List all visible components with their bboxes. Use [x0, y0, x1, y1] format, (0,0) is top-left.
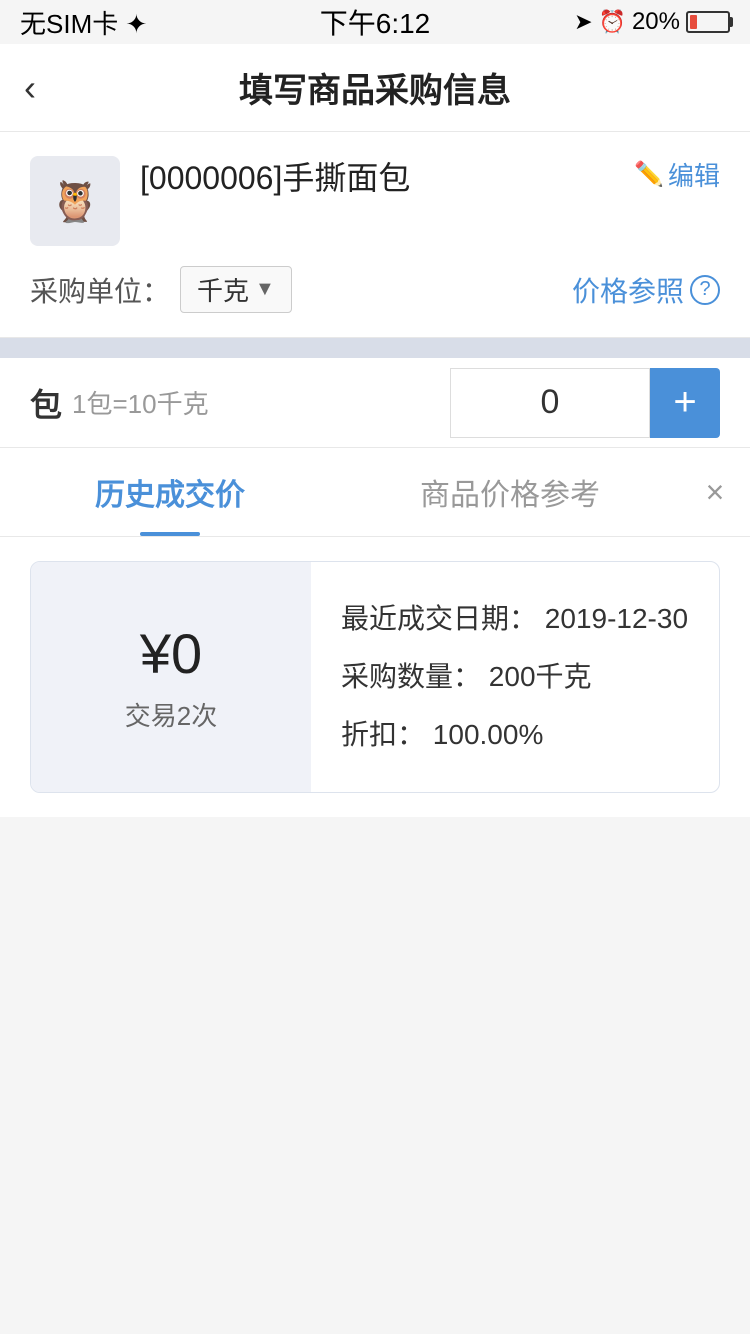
history-details: 最近成交日期： 2019-12-30 采购数量： 200千克 折扣： 100.0… [311, 562, 719, 792]
page-title: 填写商品采购信息 [239, 63, 511, 112]
back-button[interactable]: ‹ [24, 67, 36, 109]
alarm-icon: ⏰ [599, 9, 626, 35]
history-card: ¥0 交易2次 最近成交日期： 2019-12-30 采购数量： 200千克 折… [30, 561, 720, 793]
product-info: 🦉 [0000006]手撕面包 [30, 156, 614, 246]
product-logo-icon: 🦉 [50, 178, 100, 225]
status-carrier: 无SIM卡 ✦ [20, 4, 147, 41]
panel-close-button[interactable]: × [680, 448, 750, 536]
history-price: ¥0 [140, 621, 202, 686]
history-summary: ¥0 交易2次 [31, 562, 311, 792]
help-icon: ? [690, 275, 720, 305]
status-bar: 无SIM卡 ✦ 下午6:12 ➤ ⏰ 20% [0, 0, 750, 44]
carrier-text: 无SIM卡 ✦ [20, 4, 147, 41]
product-name: [0000006]手撕面包 [140, 156, 614, 201]
date-label: 最近成交日期： [341, 603, 537, 634]
quantity-plus-button[interactable]: + [650, 368, 720, 438]
unit-label: 采购单位： [30, 270, 170, 310]
quantity-detail-value: 200千克 [489, 661, 592, 692]
nav-bar: ‹ 填写商品采购信息 [0, 44, 750, 132]
unit-badge: 包 [30, 380, 62, 426]
product-thumbnail: 🦉 [30, 156, 120, 246]
product-unit-row: 采购单位： 千克 ▼ 价格参照 ? [30, 266, 720, 313]
tab-product-price-ref[interactable]: 商品价格参考 [340, 448, 680, 536]
status-time: 下午6:12 [320, 2, 431, 42]
quantity-input[interactable]: 0 [450, 368, 650, 438]
unit-select-dropdown[interactable]: 千克 ▼ [180, 266, 292, 313]
history-date-row: 最近成交日期： 2019-12-30 [341, 598, 689, 640]
location-icon: ➤ [574, 9, 592, 35]
dropdown-arrow-icon: ▼ [255, 278, 275, 301]
close-icon: × [706, 474, 725, 511]
product-card: 🦉 [0000006]手撕面包 ✏️ 编辑 采购单位： 千克 ▼ 价格参照 ? [0, 132, 750, 338]
edit-label: 编辑 [668, 156, 720, 193]
quantity-unit-info: 包 1包=10千克 [30, 380, 209, 426]
status-right: ➤ ⏰ 20% [574, 8, 730, 36]
battery-indicator [686, 11, 730, 33]
battery-percent: 20% [632, 8, 680, 36]
history-trades: 交易2次 [125, 696, 217, 733]
unit-value: 千克 [197, 271, 249, 308]
price-ref-label: 价格参照 [572, 270, 684, 310]
quantity-value: 0 [541, 383, 560, 422]
quantity-row: 包 1包=10千克 0 + [0, 358, 750, 448]
price-reference-button[interactable]: 价格参照 ? [572, 270, 720, 310]
bottom-panel: 历史成交价 商品价格参考 × ¥0 交易2次 最近成交日期： 2019-12-3… [0, 448, 750, 817]
product-header: 🦉 [0000006]手撕面包 ✏️ 编辑 [30, 156, 720, 246]
tab-bar: 历史成交价 商品价格参考 × [0, 448, 750, 537]
plus-icon: + [673, 380, 696, 425]
edit-icon: ✏️ [634, 160, 664, 189]
quantity-label: 采购数量： [341, 661, 481, 692]
date-value: 2019-12-30 [545, 603, 688, 634]
history-content: ¥0 交易2次 最近成交日期： 2019-12-30 采购数量： 200千克 折… [0, 537, 750, 817]
tab-history-price[interactable]: 历史成交价 [0, 448, 340, 536]
history-quantity-row: 采购数量： 200千克 [341, 656, 689, 698]
edit-button[interactable]: ✏️ 编辑 [614, 156, 720, 193]
tab-price-ref-label: 商品价格参考 [420, 470, 600, 514]
discount-label: 折扣： [341, 719, 425, 750]
quantity-controls: 0 + [450, 368, 720, 438]
product-name-wrap: [0000006]手撕面包 [140, 156, 614, 201]
tab-history-label: 历史成交价 [95, 470, 245, 514]
discount-value: 100.00% [433, 719, 544, 750]
unit-conversion: 1包=10千克 [72, 384, 209, 421]
section-divider [0, 338, 750, 358]
history-discount-row: 折扣： 100.00% [341, 714, 689, 756]
